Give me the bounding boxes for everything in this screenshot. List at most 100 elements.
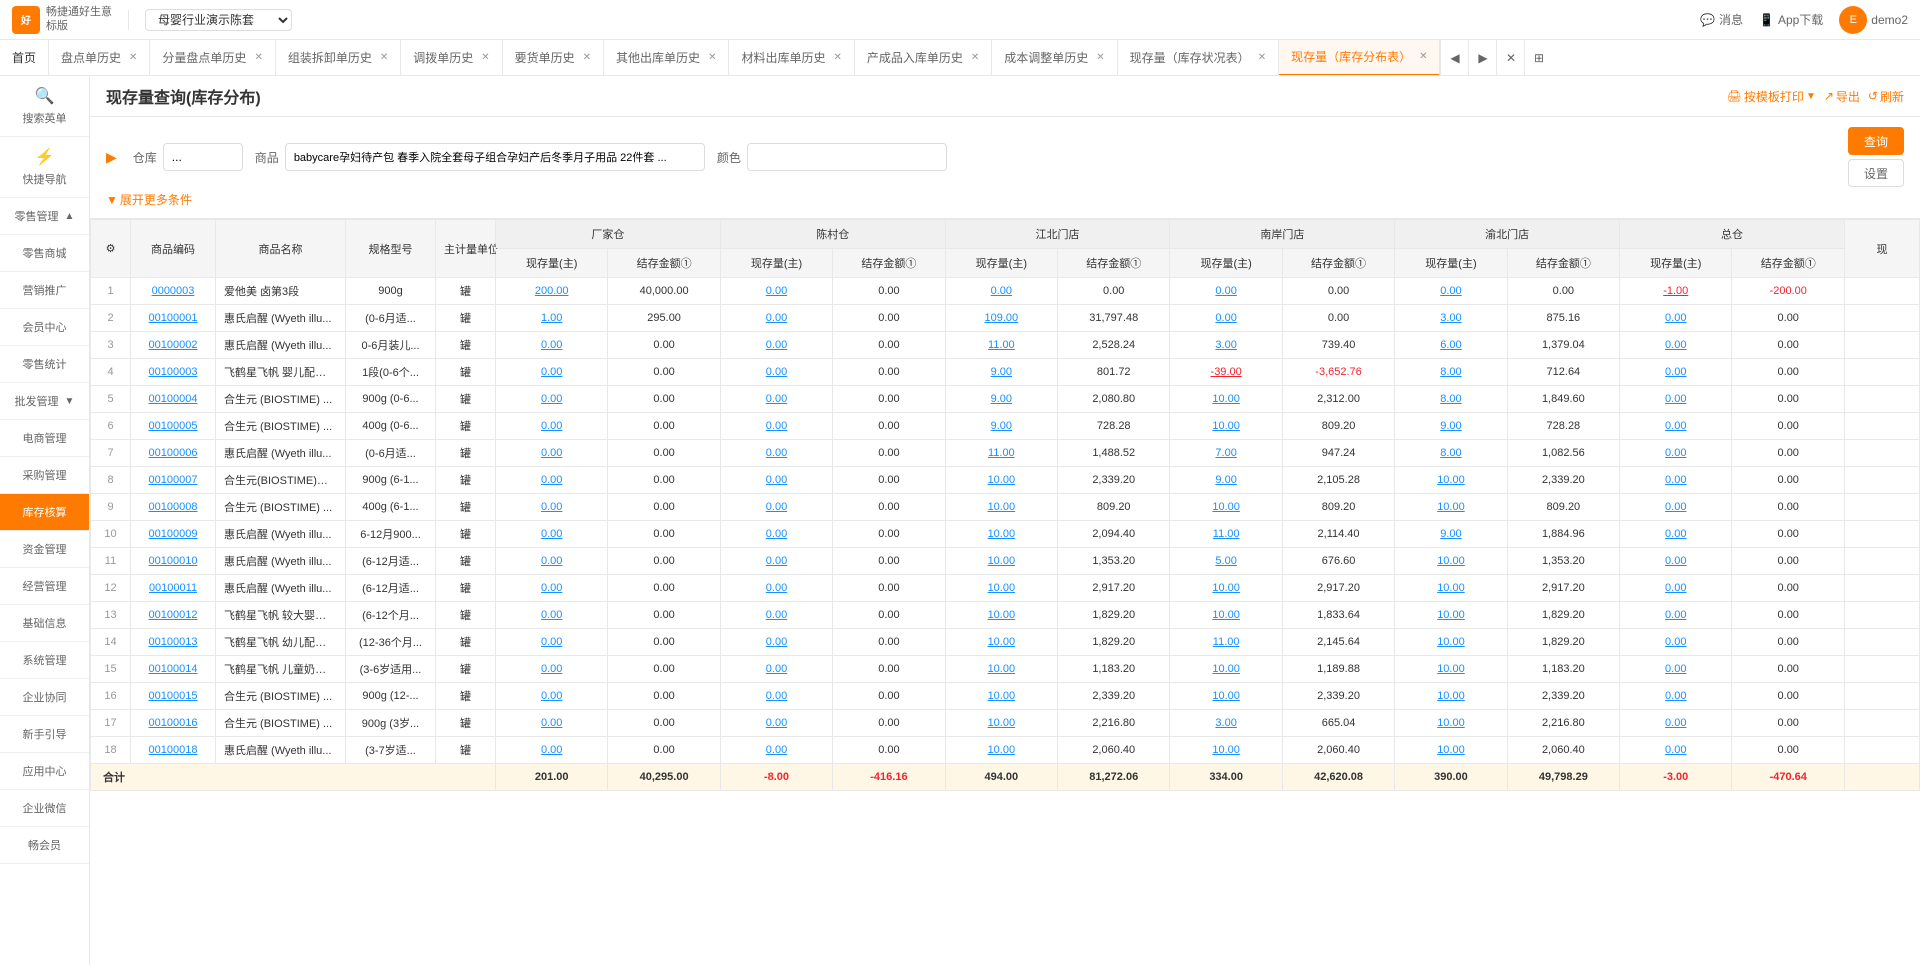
row-chenmao-current[interactable]: 0.00 bbox=[720, 359, 832, 386]
row-nangan-current[interactable]: 10.00 bbox=[1170, 413, 1282, 440]
row-factory-current[interactable]: 0.00 bbox=[496, 548, 608, 575]
row-chenmao-current[interactable]: 0.00 bbox=[720, 332, 832, 359]
row-jiangbei-current[interactable]: 10.00 bbox=[945, 494, 1057, 521]
row-nangan-current[interactable]: 11.00 bbox=[1170, 521, 1282, 548]
row-factory-current[interactable]: 0.00 bbox=[496, 332, 608, 359]
row-chenmao-current[interactable]: 0.00 bbox=[720, 467, 832, 494]
row-yuzhong-current[interactable]: 10.00 bbox=[1395, 737, 1507, 764]
row-chenmao-current[interactable]: 0.00 bbox=[720, 710, 832, 737]
row-yuzhong-current[interactable]: 10.00 bbox=[1395, 494, 1507, 521]
row-nangan-current[interactable]: 10.00 bbox=[1170, 656, 1282, 683]
row-total-current[interactable]: 0.00 bbox=[1620, 656, 1732, 683]
row-jiangbei-current[interactable]: 10.00 bbox=[945, 710, 1057, 737]
row-jiangbei-current[interactable]: 0.00 bbox=[945, 278, 1057, 305]
row-nangan-current[interactable]: 3.00 bbox=[1170, 710, 1282, 737]
row-total-current[interactable]: 0.00 bbox=[1620, 575, 1732, 602]
sidebar-item-mall[interactable]: 零售商城 bbox=[0, 235, 89, 272]
refresh-btn[interactable]: ↺ 刷新 bbox=[1868, 88, 1904, 105]
tab-7[interactable]: 材料出库单历史 ✕ bbox=[729, 40, 854, 76]
sidebar-item-ecommerce[interactable]: 电商管理 bbox=[0, 420, 89, 457]
row-yuzhong-current[interactable]: 10.00 bbox=[1395, 575, 1507, 602]
row-factory-current[interactable]: 1.00 bbox=[496, 305, 608, 332]
row-code[interactable]: 00100015 bbox=[131, 683, 216, 710]
row-yuzhong-current[interactable]: 6.00 bbox=[1395, 332, 1507, 359]
row-factory-current[interactable]: 200.00 bbox=[496, 278, 608, 305]
row-jiangbei-current[interactable]: 9.00 bbox=[945, 413, 1057, 440]
row-factory-current[interactable]: 0.00 bbox=[496, 494, 608, 521]
sidebar-item-appcenter[interactable]: 应用中心 bbox=[0, 753, 89, 790]
col-settings[interactable]: ⚙ bbox=[91, 220, 131, 278]
row-chenmao-current[interactable]: 0.00 bbox=[720, 548, 832, 575]
row-factory-current[interactable]: 0.00 bbox=[496, 602, 608, 629]
sidebar-item-basic[interactable]: 基础信息 bbox=[0, 605, 89, 642]
tab-6[interactable]: 其他出库单历史 ✕ bbox=[604, 40, 729, 76]
row-nangan-current[interactable]: 7.00 bbox=[1170, 440, 1282, 467]
sidebar-item-wholesale[interactable]: 批发管理 ▼ bbox=[0, 383, 89, 420]
tab-9[interactable]: 成本调整单历史 ✕ bbox=[992, 40, 1117, 76]
row-nangan-current[interactable]: 10.00 bbox=[1170, 494, 1282, 521]
row-factory-current[interactable]: 0.00 bbox=[496, 629, 608, 656]
row-jiangbei-current[interactable]: 10.00 bbox=[945, 521, 1057, 548]
sidebar-item-purchase[interactable]: 采购管理 bbox=[0, 457, 89, 494]
row-chenmao-current[interactable]: 0.00 bbox=[720, 656, 832, 683]
row-total-current[interactable]: 0.00 bbox=[1620, 467, 1732, 494]
row-factory-current[interactable]: 0.00 bbox=[496, 413, 608, 440]
search-button[interactable]: 查询 bbox=[1848, 127, 1904, 155]
row-factory-current[interactable]: 0.00 bbox=[496, 440, 608, 467]
warehouse-input[interactable] bbox=[163, 143, 243, 171]
sidebar-item-inventory[interactable]: 库存核算 bbox=[0, 494, 89, 531]
row-yuzhong-current[interactable]: 8.00 bbox=[1395, 440, 1507, 467]
row-nangan-current[interactable]: 9.00 bbox=[1170, 467, 1282, 494]
tab-close-3[interactable]: ✕ bbox=[380, 52, 388, 63]
tab-11[interactable]: 现存量（库存分布表） ✕ bbox=[1279, 40, 1440, 76]
row-nangan-current[interactable]: 0.00 bbox=[1170, 305, 1282, 332]
row-factory-current[interactable]: 0.00 bbox=[496, 359, 608, 386]
sidebar-item-vip[interactable]: 畅会员 bbox=[0, 827, 89, 864]
row-factory-current[interactable]: 0.00 bbox=[496, 521, 608, 548]
sidebar-item-retail-stats[interactable]: 零售统计 bbox=[0, 346, 89, 383]
row-code[interactable]: 00100003 bbox=[131, 359, 216, 386]
row-yuzhong-current[interactable]: 10.00 bbox=[1395, 683, 1507, 710]
row-total-current[interactable]: 0.00 bbox=[1620, 629, 1732, 656]
row-jiangbei-current[interactable]: 10.00 bbox=[945, 575, 1057, 602]
tab-3[interactable]: 组装拆卸单历史 ✕ bbox=[276, 40, 401, 76]
tab-home[interactable]: 首页 bbox=[0, 40, 49, 76]
row-code[interactable]: 00100008 bbox=[131, 494, 216, 521]
tab-10[interactable]: 现存量（库存状况表） ✕ bbox=[1118, 40, 1279, 76]
filter-toggle-btn[interactable]: ▶ bbox=[106, 149, 117, 166]
row-factory-current[interactable]: 0.00 bbox=[496, 710, 608, 737]
row-total-current[interactable]: 0.00 bbox=[1620, 413, 1732, 440]
row-code[interactable]: 00100013 bbox=[131, 629, 216, 656]
tab-4[interactable]: 调拨单历史 ✕ bbox=[401, 40, 502, 76]
row-chenmao-current[interactable]: 0.00 bbox=[720, 494, 832, 521]
row-code[interactable]: 00100014 bbox=[131, 656, 216, 683]
row-chenmao-current[interactable]: 0.00 bbox=[720, 278, 832, 305]
sidebar-item-retail[interactable]: 零售管理 ▲ bbox=[0, 198, 89, 235]
row-nangan-current[interactable]: 11.00 bbox=[1170, 629, 1282, 656]
tab-close-7[interactable]: ✕ bbox=[833, 52, 841, 63]
row-nangan-current[interactable]: 10.00 bbox=[1170, 737, 1282, 764]
table-area[interactable]: ⚙ 商品编码 商品名称 规格型号 主计量单位 厂家仓 陈村仓 江北门店 南岸门店… bbox=[90, 219, 1920, 965]
sidebar-item-finance[interactable]: 资金管理 bbox=[0, 531, 89, 568]
row-yuzhong-current[interactable]: 10.00 bbox=[1395, 548, 1507, 575]
tab-close-4[interactable]: ✕ bbox=[481, 52, 489, 63]
row-code[interactable]: 00100018 bbox=[131, 737, 216, 764]
row-total-current[interactable]: 0.00 bbox=[1620, 737, 1732, 764]
row-code[interactable]: 00100007 bbox=[131, 467, 216, 494]
row-jiangbei-current[interactable]: 10.00 bbox=[945, 548, 1057, 575]
row-code[interactable]: 0000003 bbox=[131, 278, 216, 305]
row-total-current[interactable]: 0.00 bbox=[1620, 521, 1732, 548]
row-jiangbei-current[interactable]: 11.00 bbox=[945, 332, 1057, 359]
tab-close-9[interactable]: ✕ bbox=[1096, 52, 1104, 63]
row-jiangbei-current[interactable]: 10.00 bbox=[945, 629, 1057, 656]
row-code[interactable]: 00100012 bbox=[131, 602, 216, 629]
row-chenmao-current[interactable]: 0.00 bbox=[720, 413, 832, 440]
sidebar-item-guide[interactable]: 新手引导 bbox=[0, 716, 89, 753]
row-chenmao-current[interactable]: 0.00 bbox=[720, 737, 832, 764]
row-nangan-current[interactable]: -39.00 bbox=[1170, 359, 1282, 386]
row-yuzhong-current[interactable]: 8.00 bbox=[1395, 386, 1507, 413]
tab-close-10[interactable]: ✕ bbox=[1258, 52, 1266, 63]
row-code[interactable]: 00100005 bbox=[131, 413, 216, 440]
row-nangan-current[interactable]: 3.00 bbox=[1170, 332, 1282, 359]
tab-2[interactable]: 分量盘点单历史 ✕ bbox=[150, 40, 275, 76]
